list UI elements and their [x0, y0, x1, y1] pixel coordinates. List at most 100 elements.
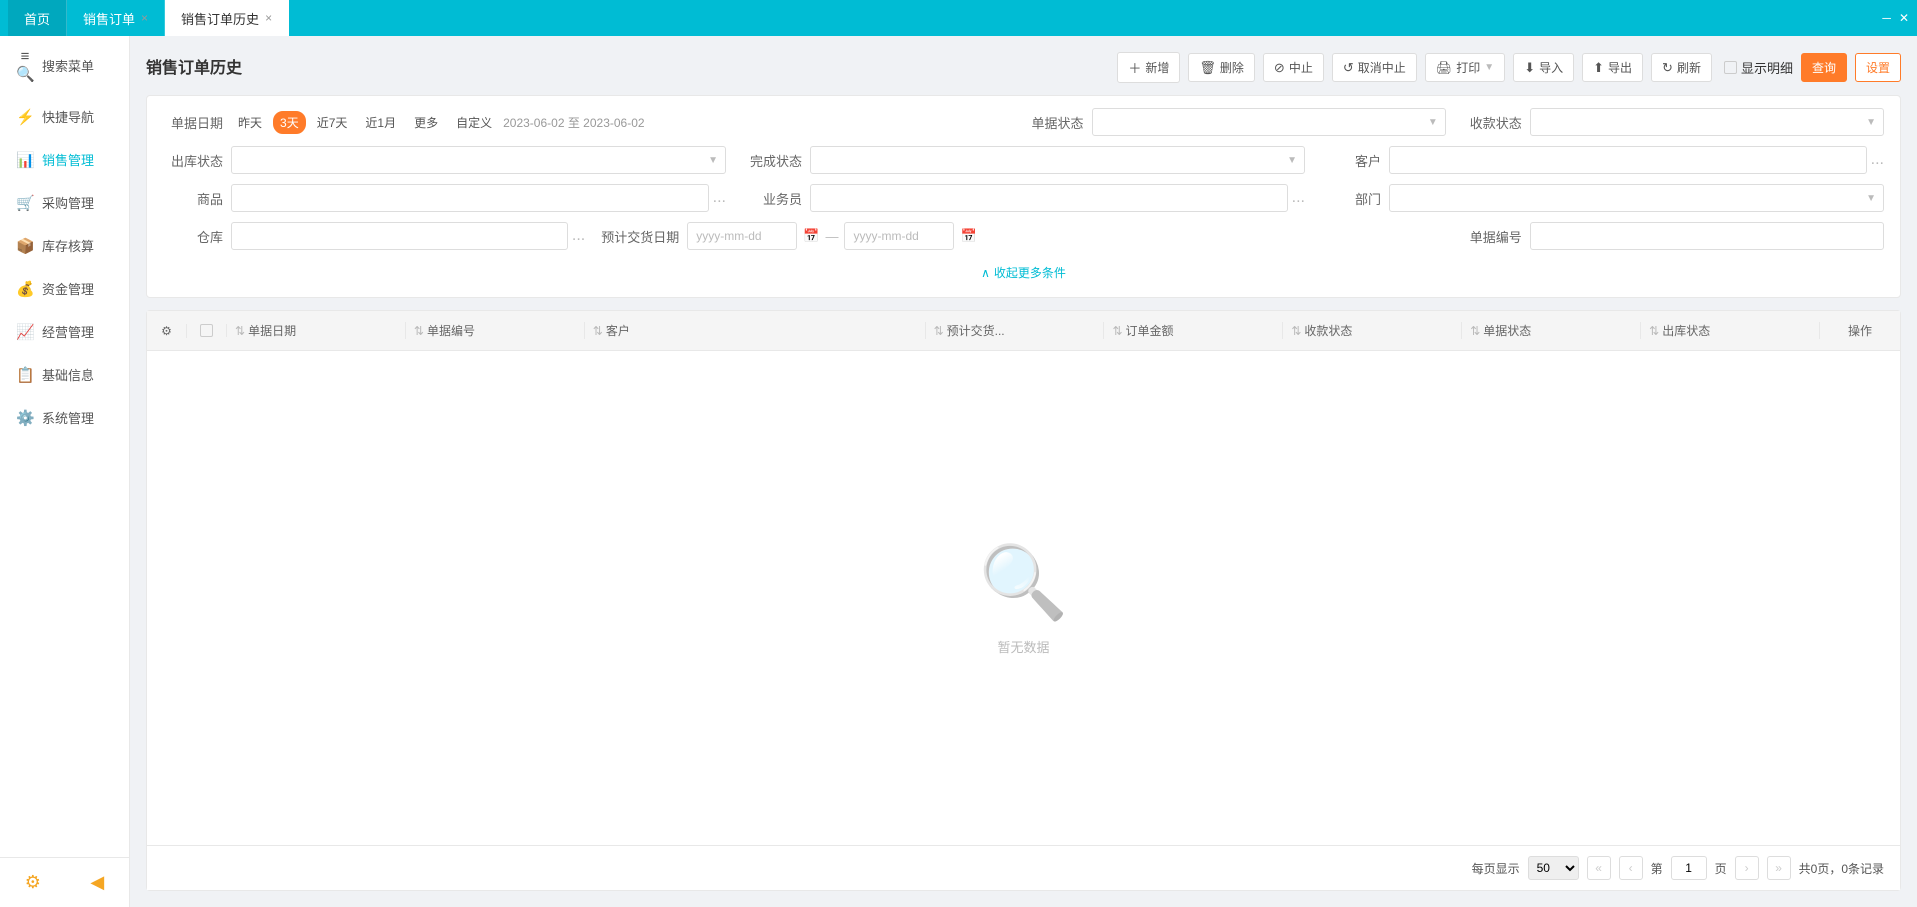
bill-number-input[interactable] — [1530, 222, 1884, 250]
stop-button[interactable]: ⊘ 中止 — [1263, 53, 1324, 82]
calendar-end-icon[interactable]: 📅 — [960, 228, 976, 244]
sort-bill-status-icon: ⇅ — [1470, 324, 1480, 338]
sales-mgmt-icon: 📊 — [16, 151, 34, 169]
th-action: 操作 — [1820, 322, 1900, 339]
date-btn-more[interactable]: 更多 — [407, 111, 445, 134]
sidebar-item-sys-mgmt[interactable]: ⚙️ 系统管理 — [0, 396, 129, 439]
sidebar-item-search-label: 搜索菜单 — [42, 56, 94, 75]
display-toggle-checkbox[interactable] — [1724, 61, 1737, 74]
salesperson-input[interactable] — [810, 184, 1288, 212]
salesperson-control: ... — [810, 184, 1305, 212]
tab-sales-order-history[interactable]: 销售订单历史 × — [165, 0, 289, 36]
sidebar-item-purchase-mgmt[interactable]: 🛒 采购管理 — [0, 181, 129, 224]
sort-asc-icon: ⇅ — [235, 324, 245, 338]
collapse-row[interactable]: ∧ 收起更多条件 — [163, 260, 1884, 285]
delete-label: 删除 — [1220, 59, 1244, 76]
th-bill-number[interactable]: ⇅ 单据编号 — [406, 322, 585, 339]
main-layout: ≡🔍 搜索菜单 ⚡ 快捷导航 📊 销售管理 🛒 采购管理 📦 库存核算 💰 资金… — [0, 36, 1917, 907]
import-button[interactable]: ⬇ 导入 — [1513, 53, 1574, 82]
sidebar-item-inventory-check[interactable]: 📦 库存核算 — [0, 224, 129, 267]
ops-mgmt-icon: 📈 — [16, 323, 34, 341]
tab-home[interactable]: 首页 — [8, 0, 67, 36]
page-size-select[interactable]: 50 10 20 100 — [1528, 856, 1579, 880]
filter-row-1: 单据日期 昨天 3天 近7天 近1月 更多 自定义 2023-06-02 至 — [163, 108, 1884, 136]
date-btn-custom[interactable]: 自定义 — [449, 111, 499, 134]
refresh-button[interactable]: ↻ 刷新 — [1651, 53, 1712, 82]
new-icon: ＋ — [1128, 58, 1141, 77]
sidebar-collapse-icon[interactable]: ◀ — [84, 866, 110, 899]
sidebar-bottom: ⚙ ◀ — [0, 857, 129, 907]
th-bill-status[interactable]: ⇅ 单据状态 — [1462, 322, 1641, 339]
date-btn-7days[interactable]: 近7天 — [310, 111, 355, 134]
top-bar-right: ─ ✕ — [1882, 11, 1909, 25]
last-page-button[interactable]: » — [1767, 856, 1791, 880]
outbound-status-select[interactable] — [231, 146, 726, 174]
page-number-input[interactable] — [1671, 856, 1707, 880]
purchase-mgmt-icon: 🛒 — [16, 194, 34, 212]
date-btn-today[interactable]: 昨天 — [231, 111, 269, 134]
expected-date-start[interactable] — [687, 222, 797, 250]
warehouse-input[interactable] — [231, 222, 568, 250]
th-expected-date[interactable]: ⇅ 预计交货... — [926, 322, 1105, 339]
customer-dots[interactable]: ... — [1871, 151, 1884, 169]
expected-date-end[interactable] — [844, 222, 954, 250]
filter-bill-number: 单据编号 — [1462, 222, 1884, 250]
customer-input[interactable] — [1389, 146, 1867, 174]
th-outbound-status[interactable]: ⇅ 出库状态 — [1641, 322, 1820, 339]
sidebar-item-search-menu[interactable]: ≡🔍 搜索菜单 — [0, 36, 129, 95]
th-customer[interactable]: ⇅ 客户 — [585, 322, 926, 339]
outbound-status-label: 出库状态 — [163, 151, 223, 170]
tab-sales-order[interactable]: 销售订单 × — [67, 0, 165, 36]
first-page-button[interactable]: « — [1587, 856, 1611, 880]
cancel-stop-button[interactable]: ↺ 取消中止 — [1332, 53, 1417, 82]
setting-button[interactable]: 设置 — [1855, 53, 1901, 82]
sidebar-item-purchase-mgmt-label: 采购管理 — [42, 193, 94, 212]
collapse-label: 收起更多条件 — [994, 264, 1066, 281]
display-toggle-label: 显示明细 — [1741, 58, 1793, 77]
tab-sales-order-close[interactable]: × — [141, 11, 148, 25]
filter-customer: 客户 ... — [1321, 146, 1884, 174]
sidebar-gear-icon[interactable]: ⚙ — [19, 866, 47, 899]
sidebar-item-fund-mgmt[interactable]: 💰 资金管理 — [0, 267, 129, 310]
sidebar-item-ops-mgmt[interactable]: 📈 经营管理 — [0, 310, 129, 353]
th-bill-date[interactable]: ⇅ 单据日期 — [227, 322, 406, 339]
th-order-amount[interactable]: ⇅ 订单金额 — [1104, 322, 1283, 339]
prev-page-button[interactable]: ‹ — [1619, 856, 1643, 880]
window-close[interactable]: ✕ — [1899, 11, 1909, 25]
bill-status-select-wrap: ▼ — [1092, 108, 1446, 136]
print-button[interactable]: 🖨 打印 ▼ — [1425, 53, 1505, 82]
th-receipt-status[interactable]: ⇅ 收款状态 — [1283, 322, 1462, 339]
sidebar-item-ops-mgmt-label: 经营管理 — [42, 322, 94, 341]
goods-dots[interactable]: ... — [713, 189, 726, 207]
date-btn-3days[interactable]: 3天 — [273, 111, 306, 134]
sidebar-item-sales-mgmt-label: 销售管理 — [42, 150, 94, 169]
date-btn-1month[interactable]: 近1月 — [358, 111, 403, 134]
th-settings[interactable]: ⚙ — [147, 324, 187, 338]
warehouse-dots[interactable]: ... — [572, 227, 585, 245]
search-menu-icon: ≡🔍 — [16, 48, 34, 83]
sidebar-item-quick-nav[interactable]: ⚡ 快捷导航 — [0, 95, 129, 138]
table-empty: 🔍 暂无数据 — [147, 351, 1900, 845]
calendar-start-icon[interactable]: 📅 — [803, 228, 819, 244]
next-page-button[interactable]: › — [1735, 856, 1759, 880]
filter-outbound-status: 出库状态 ▼ — [163, 146, 726, 174]
th-checkbox[interactable] — [187, 324, 227, 337]
new-button[interactable]: ＋ 新增 — [1117, 52, 1180, 83]
bill-status-select[interactable] — [1092, 108, 1446, 136]
salesperson-dots[interactable]: ... — [1292, 189, 1305, 207]
query-button[interactable]: 查询 — [1801, 53, 1847, 82]
export-button[interactable]: ⬆ 导出 — [1582, 53, 1643, 82]
delete-button[interactable]: 🗑 删除 — [1188, 53, 1255, 82]
department-select[interactable] — [1389, 184, 1884, 212]
sidebar-item-sales-mgmt[interactable]: 📊 销售管理 — [0, 138, 129, 181]
goods-input[interactable] — [231, 184, 709, 212]
receipt-status-select[interactable] — [1530, 108, 1884, 136]
print-label: 打印 — [1456, 59, 1480, 76]
department-select-wrap: ▼ — [1389, 184, 1884, 212]
tab-sales-order-history-close[interactable]: × — [265, 11, 272, 25]
sidebar-item-base-info[interactable]: 📋 基础信息 — [0, 353, 129, 396]
filter-goods: 商品 ... — [163, 184, 726, 212]
window-minimize[interactable]: ─ — [1882, 11, 1891, 25]
complete-status-select[interactable] — [810, 146, 1305, 174]
sidebar-item-sys-mgmt-label: 系统管理 — [42, 408, 94, 427]
